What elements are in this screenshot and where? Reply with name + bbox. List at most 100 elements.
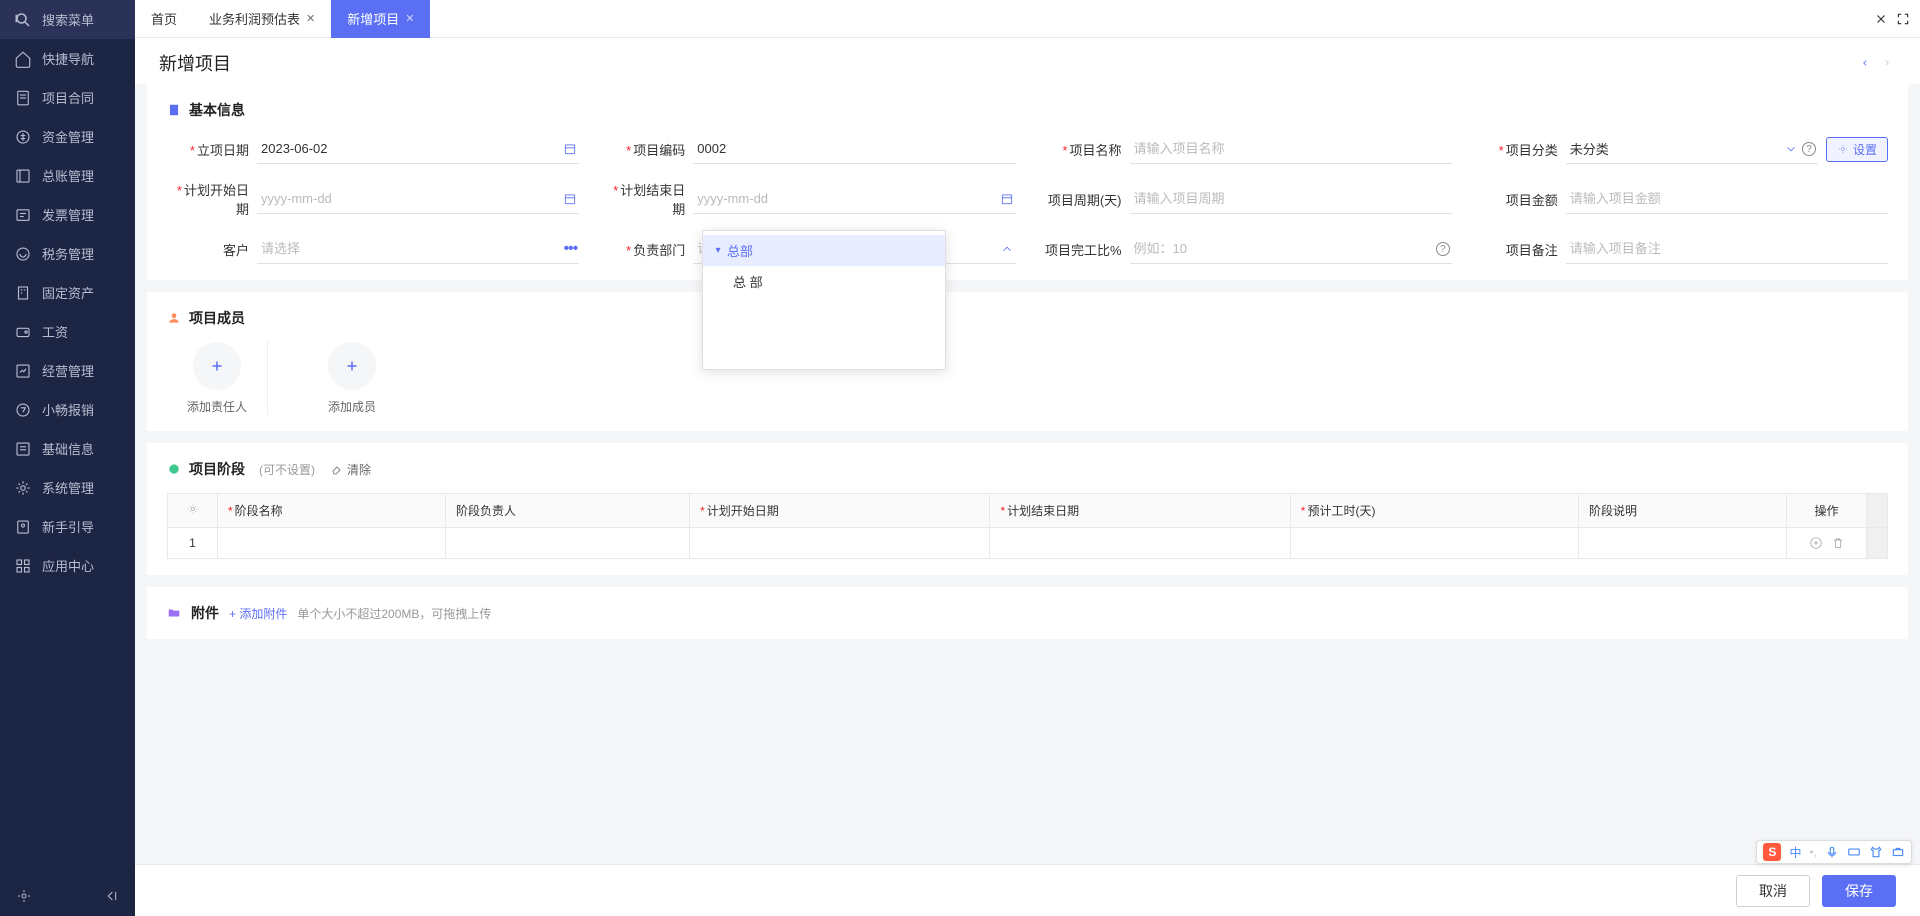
skin-icon[interactable]: [1869, 845, 1883, 859]
more-icon[interactable]: •••: [563, 240, 577, 258]
page-nav: [1856, 56, 1896, 71]
sidebar-label: 发票管理: [42, 205, 94, 224]
sidebar-label: 项目合同: [42, 88, 94, 107]
wallet-icon: [14, 323, 32, 341]
chevron-up-icon[interactable]: [1000, 242, 1014, 256]
sidebar-item-search[interactable]: 搜索菜单: [0, 0, 135, 39]
input-period[interactable]: [1130, 184, 1452, 214]
guide-icon: [14, 518, 32, 536]
help-icon[interactable]: ?: [1802, 142, 1816, 156]
input-completion[interactable]: [1130, 234, 1452, 264]
tab-label: 首页: [151, 9, 177, 28]
scroll-hint[interactable]: [1867, 528, 1888, 559]
cell-desc[interactable]: [1579, 528, 1787, 559]
cell-owner[interactable]: [446, 528, 690, 559]
clear-button[interactable]: 清除: [331, 461, 371, 478]
help-icon[interactable]: ?: [1436, 242, 1450, 256]
sidebar-item-contract[interactable]: 项目合同: [0, 78, 135, 117]
field-plan-end: *计划结束日期: [603, 180, 1015, 218]
sidebar-item-operations[interactable]: 经营管理: [0, 351, 135, 390]
home-icon: [14, 50, 32, 68]
ime-punct[interactable]: •,: [1809, 845, 1817, 859]
delete-row-icon[interactable]: [1831, 536, 1845, 550]
mic-icon[interactable]: [1825, 845, 1839, 859]
label-project-category: *项目分类: [1476, 140, 1566, 159]
table-row[interactable]: 1: [168, 528, 1888, 559]
page-header: 新增项目: [135, 38, 1920, 84]
col-end: *计划结束日期: [990, 494, 1290, 528]
dropdown-item-headquarters-child[interactable]: 总 部: [703, 266, 945, 297]
input-project-name[interactable]: [1130, 134, 1452, 164]
col-gear[interactable]: [168, 494, 218, 528]
field-period: 项目周期(天): [1040, 180, 1452, 218]
add-attachment-button[interactable]: + 添加附件: [229, 605, 287, 622]
tab-home[interactable]: 首页: [135, 0, 193, 38]
field-project-name: *项目名称: [1040, 134, 1452, 164]
sidebar-item-salary[interactable]: 工资: [0, 312, 135, 351]
close-icon[interactable]: ✕: [405, 12, 414, 25]
ime-lang[interactable]: 中: [1789, 844, 1801, 861]
stage-table: *阶段名称 阶段负责人 *计划开始日期 *计划结束日期 *预计工时(天) 阶段说…: [167, 493, 1888, 559]
scroll-hint[interactable]: [1867, 494, 1888, 528]
add-row-icon[interactable]: [1809, 536, 1823, 550]
input-customer[interactable]: [257, 234, 579, 264]
sidebar-label: 固定资产: [42, 283, 94, 302]
add-member-button[interactable]: [328, 342, 376, 390]
close-all-icon[interactable]: [1874, 12, 1888, 26]
section-basic: 基本信息 *立项日期 *项目编码: [147, 84, 1908, 280]
sidebar-item-ledger[interactable]: 总账管理: [0, 156, 135, 195]
sidebar-item-quicknav[interactable]: 快捷导航: [0, 39, 135, 78]
cell-end[interactable]: [990, 528, 1290, 559]
calendar-icon[interactable]: [563, 192, 577, 206]
fullscreen-icon[interactable]: [1896, 12, 1910, 26]
close-icon[interactable]: ✕: [306, 12, 315, 25]
settings-icon[interactable]: [16, 888, 32, 904]
document-icon: [14, 89, 32, 107]
collapse-icon[interactable]: [103, 888, 119, 904]
sidebar-item-assets[interactable]: 固定资产: [0, 273, 135, 312]
calendar-icon[interactable]: [563, 142, 577, 156]
chevron-down-icon[interactable]: [1784, 142, 1798, 156]
input-project-code[interactable]: [693, 134, 1015, 164]
toolbox-icon[interactable]: [1891, 845, 1905, 859]
input-plan-end[interactable]: [693, 184, 1015, 214]
cell-hours[interactable]: [1290, 528, 1578, 559]
settings-button[interactable]: 设置: [1826, 137, 1888, 162]
cell-name[interactable]: [218, 528, 446, 559]
tree-collapse-icon[interactable]: ▾: [713, 245, 723, 256]
sidebar-item-apps[interactable]: 应用中心: [0, 546, 135, 585]
ime-toolbar[interactable]: S 中 •,: [1756, 840, 1912, 864]
sidebar-item-invoice[interactable]: 发票管理: [0, 195, 135, 234]
sidebar-label: 基础信息: [42, 439, 94, 458]
sidebar-item-system[interactable]: 系统管理: [0, 468, 135, 507]
calendar-icon[interactable]: [1000, 192, 1014, 206]
add-owner-button[interactable]: [193, 342, 241, 390]
sidebar-label: 应用中心: [42, 556, 94, 575]
sidebar-label: 系统管理: [42, 478, 94, 497]
input-plan-start[interactable]: [257, 184, 579, 214]
sidebar-item-reimburse[interactable]: 小畅报销: [0, 390, 135, 429]
add-owner-label: 添加责任人: [187, 398, 247, 415]
input-remark[interactable]: [1566, 234, 1888, 264]
eraser-icon: [331, 463, 343, 475]
sidebar-item-basicinfo[interactable]: 基础信息: [0, 429, 135, 468]
cell-start[interactable]: [690, 528, 990, 559]
sidebar-item-tax[interactable]: 税务管理: [0, 234, 135, 273]
save-button[interactable]: 保存: [1822, 875, 1896, 907]
input-create-date[interactable]: [257, 134, 579, 164]
dropdown-item-headquarters[interactable]: ▾ 总部: [703, 235, 945, 266]
tab-profit-report[interactable]: 业务利润预估表 ✕: [193, 0, 331, 38]
cancel-button[interactable]: 取消: [1736, 875, 1810, 907]
sidebar-item-funds[interactable]: 资金管理: [0, 117, 135, 156]
next-icon[interactable]: [1882, 58, 1892, 68]
sidebar-item-guide[interactable]: 新手引导: [0, 507, 135, 546]
section-title: 项目成员: [189, 308, 245, 328]
input-amount[interactable]: [1566, 184, 1888, 214]
footer: 取消 保存: [135, 864, 1920, 916]
keyboard-icon[interactable]: [1847, 845, 1861, 859]
prev-icon[interactable]: [1860, 58, 1870, 68]
reimburse-icon: [14, 401, 32, 419]
sogou-logo-icon: S: [1763, 843, 1781, 861]
input-project-category[interactable]: [1566, 134, 1818, 164]
tab-new-project[interactable]: 新增项目 ✕: [331, 0, 430, 38]
